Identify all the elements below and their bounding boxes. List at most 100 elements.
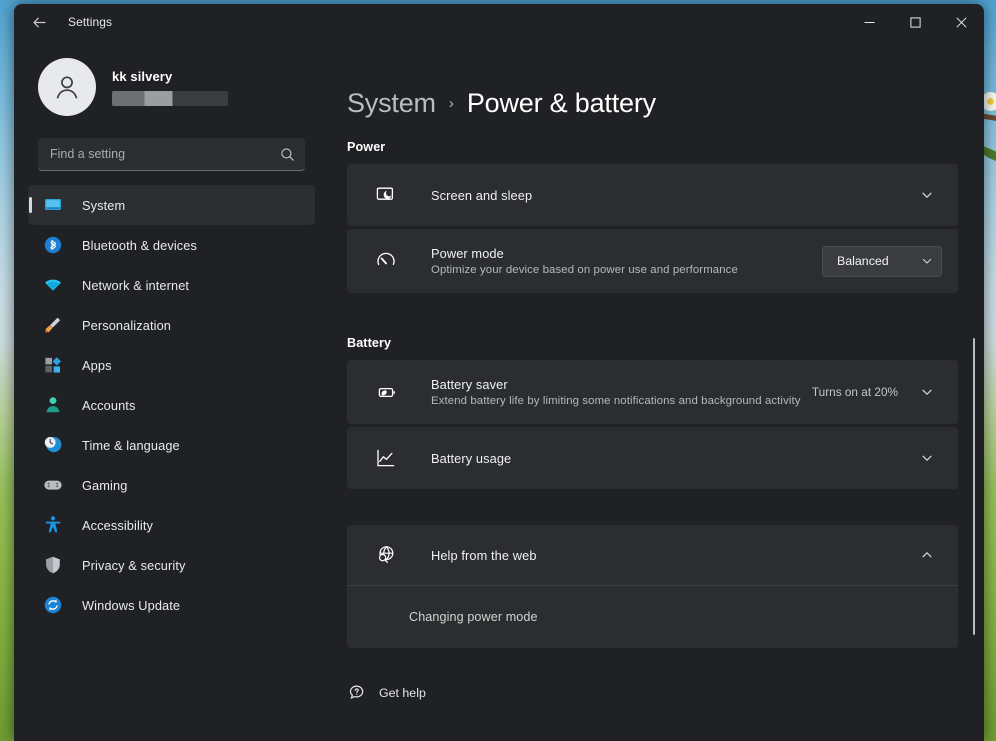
sidebar-item-label: System: [82, 197, 126, 213]
help-from-web-header[interactable]: Help from the web: [347, 525, 958, 585]
scrollbar-thumb[interactable]: [973, 338, 975, 635]
back-arrow-icon[interactable]: [22, 7, 56, 37]
battery-card-group: Battery saver Extend battery life by lim…: [347, 360, 958, 489]
battery-leaf-icon: [373, 379, 399, 405]
sidebar-item-privacy-security[interactable]: Privacy & security: [28, 545, 315, 585]
monitor-icon: [42, 194, 64, 216]
accessibility-icon: [42, 514, 64, 536]
row-text: Power mode Optimize your device based on…: [431, 246, 822, 276]
account-email-redacted: [112, 90, 228, 106]
close-icon[interactable]: [938, 4, 984, 40]
sidebar-item-accounts[interactable]: Accounts: [28, 385, 315, 425]
chevron-down-icon: [921, 255, 933, 267]
gamepad-icon: [42, 474, 64, 496]
chevron-down-icon[interactable]: [912, 180, 942, 210]
line-chart-icon: [373, 445, 399, 471]
sidebar-item-label: Gaming: [82, 477, 128, 493]
row-controls: Balanced: [822, 245, 942, 277]
search-box[interactable]: [38, 138, 305, 171]
account-text: kk silvery: [112, 69, 228, 106]
speedometer-icon: [373, 248, 399, 274]
wifi-icon: [42, 274, 64, 296]
maximize-icon[interactable]: [892, 4, 938, 40]
sidebar-item-bluetooth-devices[interactable]: Bluetooth & devices: [28, 225, 315, 265]
help-from-web-body: Changing power mode: [347, 585, 958, 648]
sidebar-item-label: Network & internet: [82, 277, 190, 293]
row-text: Battery usage: [431, 451, 912, 466]
main-scroll-region: System › Power & battery Power Screen an…: [347, 40, 984, 741]
sidebar-item-network-internet[interactable]: Network & internet: [28, 265, 315, 305]
row-title: Battery saver: [431, 377, 508, 392]
apps-icon: [42, 354, 64, 376]
sidebar-item-personalization[interactable]: Personalization: [28, 305, 315, 345]
bluetooth-icon: [42, 234, 64, 256]
row-title: Screen and sleep: [431, 187, 533, 203]
update-icon: [42, 594, 64, 616]
row-controls: [912, 540, 942, 570]
row-text: Help from the web: [431, 548, 912, 563]
sidebar-item-label: Apps: [82, 357, 112, 373]
sidebar-item-label: Personalization: [82, 317, 171, 333]
sidebar-item-accessibility[interactable]: Accessibility: [28, 505, 315, 545]
row-title: Battery usage: [431, 450, 512, 466]
search-input[interactable]: [50, 147, 280, 161]
person-icon: [42, 394, 64, 416]
globe-search-icon: [373, 542, 399, 568]
desktop-wallpaper: Settings kk silvery Find a setting Syste…: [0, 0, 996, 741]
chevron-down-icon[interactable]: [912, 443, 942, 473]
sidebar-item-label: Time & language: [82, 437, 180, 453]
sidebar-item-label: Accessibility: [82, 517, 153, 533]
breadcrumb-separator: ›: [448, 95, 454, 112]
sidebar-item-gaming[interactable]: Gaming: [28, 465, 315, 505]
section-title-battery: Battery: [347, 336, 392, 350]
clock-icon: [42, 434, 64, 456]
help-link-changing-power-mode[interactable]: Changing power mode: [409, 610, 538, 624]
sidebar-item-time-language[interactable]: Time & language: [28, 425, 315, 465]
row-battery-usage[interactable]: Battery usage: [347, 427, 958, 489]
minimize-icon[interactable]: [846, 4, 892, 40]
row-title: Power mode: [431, 246, 504, 261]
search-icon: [280, 147, 295, 162]
power-mode-dropdown[interactable]: Balanced: [822, 245, 942, 277]
row-controls: [912, 443, 942, 473]
chevron-up-icon[interactable]: [912, 540, 942, 570]
row-text: Screen and sleep: [431, 188, 912, 203]
get-help-label: Get help: [379, 685, 426, 700]
scrollbar[interactable]: [969, 40, 979, 741]
power-card-group: Screen and sleep Power mode Optimize you…: [347, 164, 958, 293]
row-controls: [912, 180, 942, 210]
title-bar: Settings: [14, 4, 984, 40]
breadcrumb-parent[interactable]: System: [347, 88, 436, 119]
avatar: [38, 58, 96, 116]
paintbrush-icon: [42, 314, 64, 336]
monitor-moon-icon: [373, 182, 399, 208]
sidebar-item-label: Bluetooth & devices: [82, 237, 198, 253]
settings-window: Settings kk silvery Find a setting Syste…: [14, 4, 984, 741]
row-title: Help from the web: [431, 547, 537, 563]
sidebar-item-apps[interactable]: Apps: [28, 345, 315, 385]
account-name: kk silvery: [112, 68, 173, 84]
selection-accent-bar: [29, 197, 32, 213]
row-power-mode[interactable]: Power mode Optimize your device based on…: [347, 229, 958, 293]
row-text: Battery saver Extend battery life by lim…: [431, 377, 812, 407]
window-controls: [846, 4, 984, 40]
main-content: System › Power & battery Power Screen an…: [325, 40, 984, 741]
get-help-row[interactable]: Get help: [347, 684, 958, 715]
row-subtitle: Optimize your device based on power use …: [431, 264, 738, 276]
shield-icon: [42, 554, 64, 576]
question-bubble-icon: [347, 684, 365, 701]
chevron-down-icon[interactable]: [912, 377, 942, 407]
row-subtitle: Extend battery life by limiting some not…: [431, 395, 801, 407]
section-title-power: Power: [347, 140, 386, 154]
help-from-web-group: Help from the web Changing power mode: [347, 525, 958, 648]
battery-saver-value: Turns on at 20%: [811, 385, 898, 399]
sidebar-item-label: Windows Update: [82, 597, 181, 613]
window-body: kk silvery Find a setting System Bluetoo…: [14, 40, 984, 741]
sidebar-item-system[interactable]: System: [28, 185, 315, 225]
sidebar-item-windows-update[interactable]: Windows Update: [28, 585, 315, 625]
row-controls: Turns on at 20%: [812, 377, 942, 407]
sidebar: kk silvery Find a setting System Bluetoo…: [14, 40, 325, 741]
account-block[interactable]: kk silvery: [14, 46, 325, 124]
row-battery-saver[interactable]: Battery saver Extend battery life by lim…: [347, 360, 958, 424]
row-screen-and-sleep[interactable]: Screen and sleep: [347, 164, 958, 226]
